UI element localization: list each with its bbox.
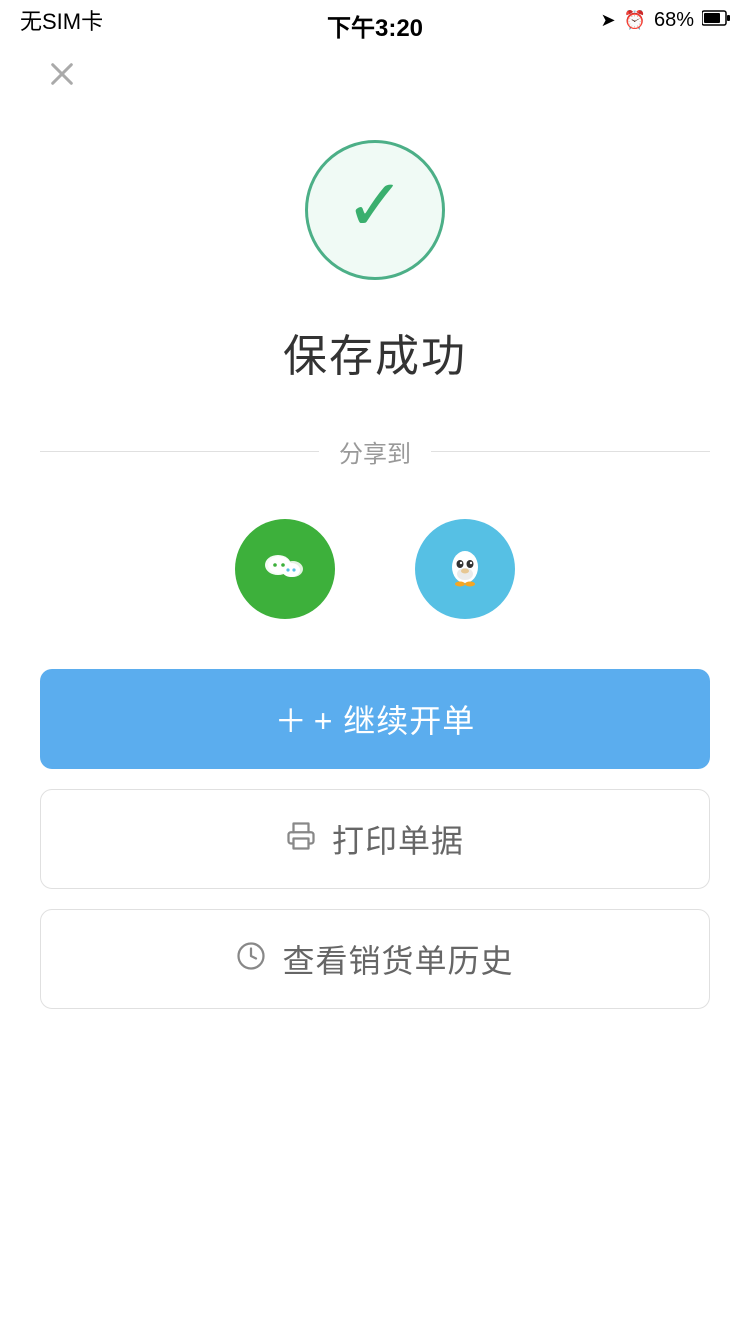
history-icon: [236, 941, 266, 978]
share-label: 分享到: [339, 434, 411, 469]
share-wechat-button[interactable]: [235, 519, 335, 619]
print-button[interactable]: 打印单据: [40, 789, 710, 889]
print-icon: [286, 821, 316, 858]
battery-text: 68%: [654, 9, 694, 32]
location-icon: ➤: [600, 10, 615, 31]
close-button[interactable]: [40, 52, 84, 96]
status-right: ➤ ⏰ 68%: [600, 9, 730, 32]
status-time: 下午3:20: [327, 8, 423, 43]
share-divider: 分享到: [40, 434, 710, 469]
continue-order-label: + 继续开单: [314, 696, 476, 742]
share-icons: [40, 519, 710, 619]
success-icon-circle: ✓: [305, 140, 445, 280]
print-label: 打印单据: [332, 816, 464, 862]
main-content: ✓ 保存成功 分享到: [0, 40, 750, 1009]
success-title: 保存成功: [283, 320, 467, 384]
share-section: 分享到: [0, 434, 750, 619]
action-buttons: ＋ + 继续开单 打印单据 查看销货单历史: [0, 669, 750, 1009]
share-qq-button[interactable]: [415, 519, 515, 619]
continue-order-button[interactable]: ＋ + 继续开单: [40, 669, 710, 769]
plus-icon: ＋: [275, 696, 308, 742]
history-button[interactable]: 查看销货单历史: [40, 909, 710, 1009]
status-bar: 无SIM卡 下午3:20 ➤ ⏰ 68%: [0, 0, 750, 40]
carrier-text: 无SIM卡: [20, 4, 103, 36]
battery-icon: [702, 9, 730, 32]
history-label: 查看销货单历史: [282, 936, 513, 982]
status-left: 无SIM卡: [20, 4, 111, 36]
checkmark-icon: ✓: [345, 170, 405, 242]
alarm-icon: ⏰: [624, 10, 646, 31]
